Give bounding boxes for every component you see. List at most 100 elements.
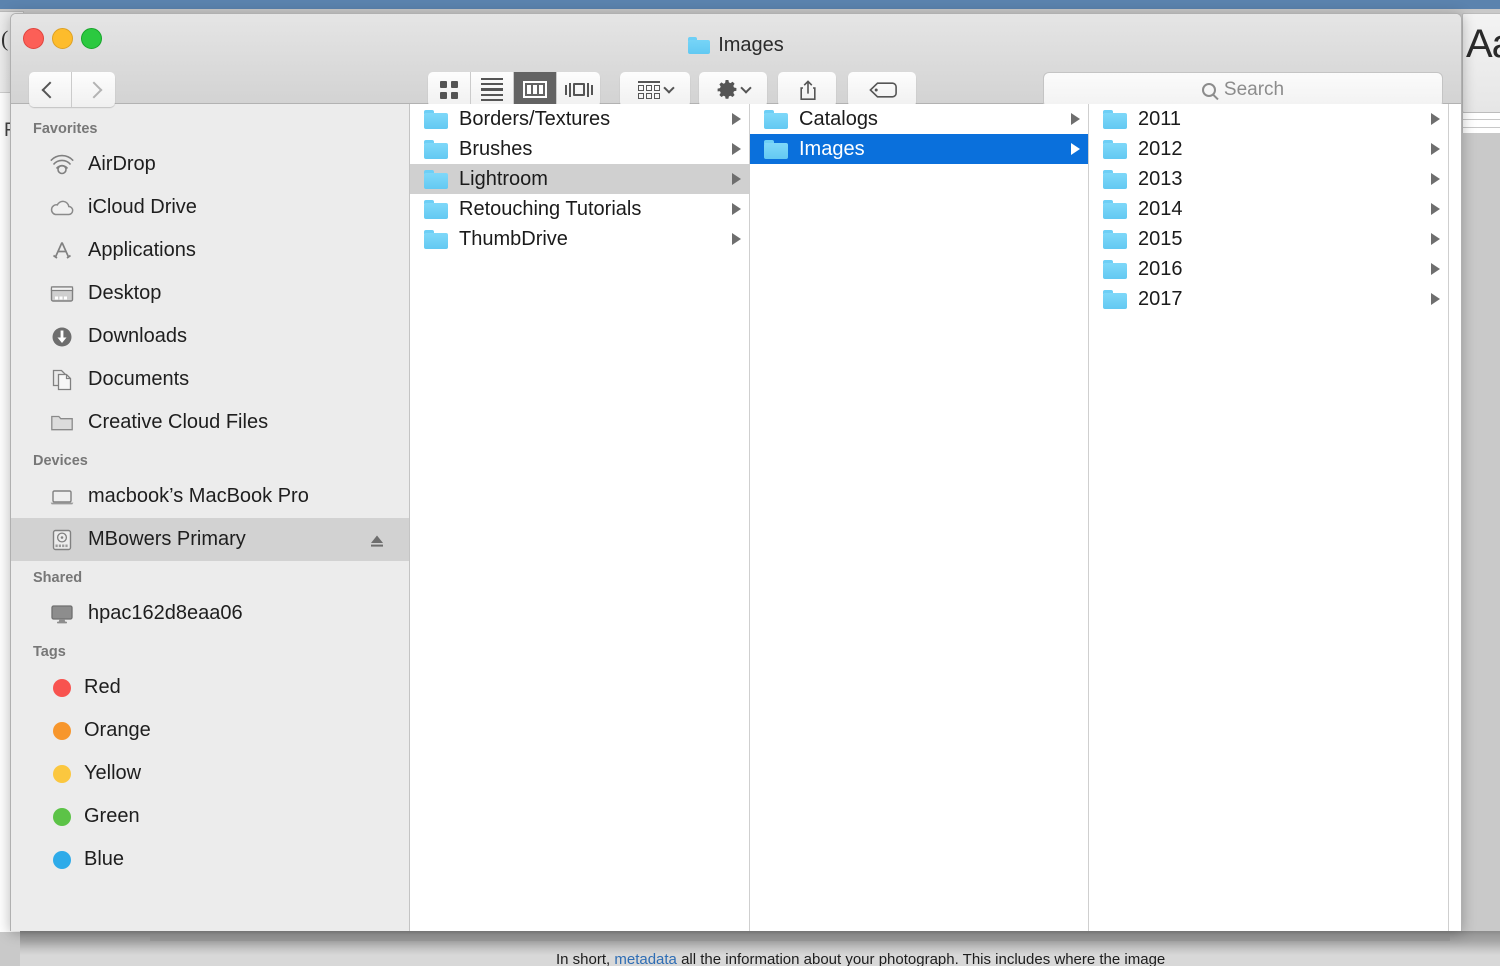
column-1[interactable]: Borders/Textures Brushes Lightroom Retou…	[410, 104, 750, 931]
grid-icon	[440, 80, 458, 99]
disclosure-arrow-icon[interactable]	[1431, 113, 1440, 125]
column-row-2016[interactable]: 2016	[1089, 254, 1448, 284]
list-view-button[interactable]	[471, 72, 514, 107]
folder-icon	[688, 37, 711, 54]
laptop-icon	[49, 484, 75, 510]
folder-icon	[1103, 169, 1127, 189]
disclosure-arrow-icon[interactable]	[1431, 263, 1440, 275]
folder-icon	[1103, 229, 1127, 249]
chevron-down-icon	[662, 81, 675, 94]
sidebar-item-applications[interactable]: Applications	[11, 229, 409, 272]
column-row-lightroom[interactable]: Lightroom	[410, 164, 749, 194]
folder-icon	[764, 139, 788, 159]
sidebar-item-label: Creative Cloud Files	[88, 411, 269, 433]
columns-icon	[523, 81, 547, 98]
sidebar-item-downloads[interactable]: Downloads	[11, 315, 409, 358]
column-row-label: 2014	[1138, 197, 1183, 220]
sidebar-section-shared: Shared	[33, 570, 83, 586]
disclosure-arrow-icon[interactable]	[732, 173, 741, 185]
column-row-2015[interactable]: 2015	[1089, 224, 1448, 254]
disclosure-arrow-icon[interactable]	[1431, 143, 1440, 155]
column-row-label: Lightroom	[459, 167, 548, 190]
column-row-2014[interactable]: 2014	[1089, 194, 1448, 224]
column-view-button[interactable]	[514, 72, 557, 107]
column-row-label: Borders/Textures	[459, 107, 611, 130]
sidebar-item-hpac162d8eaa06[interactable]: hpac162d8eaa06	[11, 592, 409, 635]
downloads-icon	[49, 324, 75, 350]
sidebar-item-documents[interactable]: Documents	[11, 358, 409, 401]
column-row-thumbdrive[interactable]: ThumbDrive	[410, 224, 749, 254]
sidebar-item-tag-green[interactable]: Green	[11, 795, 409, 838]
icon-view-button[interactable]	[428, 72, 471, 107]
folder-icon	[424, 229, 448, 249]
column-browser: Borders/Textures Brushes Lightroom Retou…	[410, 104, 1461, 931]
column-row-catalogs[interactable]: Catalogs	[750, 104, 1088, 134]
disclosure-arrow-icon[interactable]	[1431, 173, 1440, 185]
disclosure-arrow-icon[interactable]	[732, 233, 741, 245]
sidebar[interactable]: Favorites AirDrop iCloud Drive Applicati…	[11, 104, 410, 931]
disclosure-arrow-icon[interactable]	[732, 203, 741, 215]
column-row-label: ThumbDrive	[459, 227, 568, 250]
applications-icon	[49, 238, 75, 264]
column-row-label: Brushes	[459, 137, 533, 160]
sidebar-item-airdrop[interactable]: AirDrop	[11, 143, 409, 186]
disclosure-arrow-icon[interactable]	[732, 113, 741, 125]
arrange-grid-icon	[637, 80, 660, 99]
bg-text-before: In short,	[556, 951, 615, 966]
disclosure-arrow-icon[interactable]	[1431, 233, 1440, 245]
sidebar-item-mbowers-primary[interactable]: MBowers Primary	[11, 518, 409, 561]
tag-dot-icon	[53, 807, 71, 826]
folder-icon	[764, 109, 788, 129]
bg-text-after: all the information about your photograp…	[676, 951, 1166, 966]
tag-dot-icon	[53, 764, 71, 783]
metadata-link[interactable]: metadata	[614, 951, 677, 966]
column-row-2013[interactable]: 2013	[1089, 164, 1448, 194]
column-row-retouching-tutorials[interactable]: Retouching Tutorials	[410, 194, 749, 224]
disclosure-arrow-icon[interactable]	[1431, 293, 1440, 305]
column-row-2011[interactable]: 2011	[1089, 104, 1448, 134]
column-2[interactable]: Catalogs Images	[750, 104, 1089, 931]
action-button[interactable]	[699, 72, 767, 107]
sidebar-item-tag-blue[interactable]: Blue	[11, 838, 409, 881]
back-button[interactable]	[29, 72, 72, 107]
sidebar-item-tag-orange[interactable]: Orange	[11, 709, 409, 752]
column-row-borders-textures[interactable]: Borders/Textures	[410, 104, 749, 134]
column-3[interactable]: 2011 2012 2013 2014 2015 2016 2017	[1089, 104, 1449, 931]
disclosure-arrow-icon[interactable]	[1071, 113, 1080, 125]
disclosure-arrow-icon[interactable]	[1071, 143, 1080, 155]
search-input[interactable]: Search	[1043, 72, 1443, 108]
arrange-button[interactable]	[620, 72, 690, 107]
cover-flow-view-button[interactable]	[557, 72, 600, 107]
sidebar-item-label: hpac162d8eaa06	[88, 602, 243, 624]
share-button[interactable]	[778, 72, 836, 107]
desktop-icon	[49, 281, 75, 307]
forward-button[interactable]	[72, 72, 115, 107]
window-title: Images	[11, 34, 1461, 57]
view-mode-buttons	[428, 72, 600, 107]
sidebar-item-creative-cloud-files[interactable]: Creative Cloud Files	[11, 401, 409, 444]
eject-icon[interactable]	[369, 532, 385, 548]
folder-icon	[49, 410, 75, 436]
column-row-2017[interactable]: 2017	[1089, 284, 1448, 314]
column-4[interactable]	[1449, 104, 1461, 931]
column-row-2012[interactable]: 2012	[1089, 134, 1448, 164]
tags-button[interactable]	[848, 72, 916, 107]
column-row-images[interactable]: Images	[750, 134, 1088, 164]
sidebar-item-tag-yellow[interactable]: Yellow	[11, 752, 409, 795]
folder-icon	[424, 109, 448, 129]
chevron-right-icon	[85, 81, 102, 98]
gear-icon	[717, 79, 737, 100]
window-title-text: Images	[718, 34, 784, 56]
sidebar-item-tag-red[interactable]: Red	[11, 666, 409, 709]
finder-window: Images Search Favorites AirDrop iCloud D…	[10, 13, 1462, 931]
sidebar-item-icloud-drive[interactable]: iCloud Drive	[11, 186, 409, 229]
list-icon	[481, 77, 503, 102]
column-row-brushes[interactable]: Brushes	[410, 134, 749, 164]
sidebar-item-macbook-pro[interactable]: macbook’s MacBook Pro	[11, 475, 409, 518]
display-icon	[49, 601, 75, 627]
disclosure-arrow-icon[interactable]	[732, 143, 741, 155]
search-placeholder: Search	[1223, 79, 1285, 100]
sidebar-item-desktop[interactable]: Desktop	[11, 272, 409, 315]
airdrop-icon	[49, 152, 75, 178]
disclosure-arrow-icon[interactable]	[1431, 203, 1440, 215]
